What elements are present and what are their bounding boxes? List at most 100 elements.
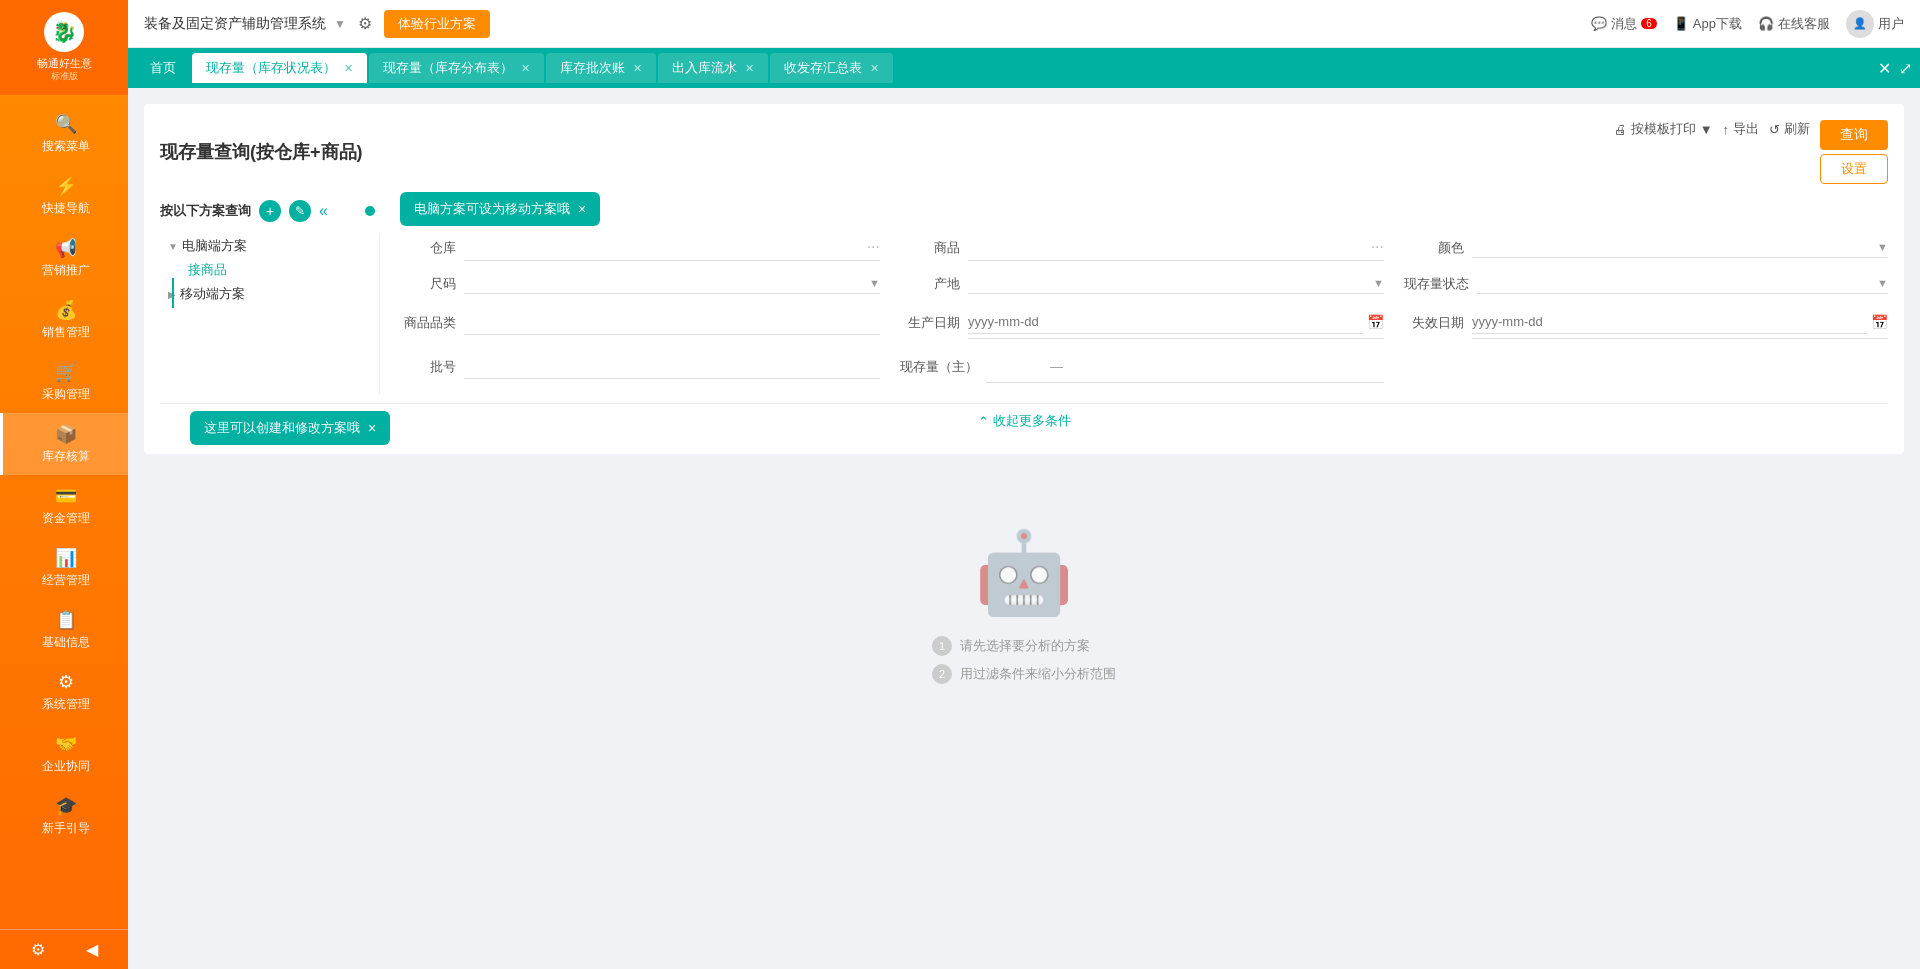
system-select-arrow[interactable]: ▼ bbox=[334, 17, 346, 31]
sidebar-item-operations[interactable]: 📊 经营管理 bbox=[0, 537, 128, 599]
step-1-text: 请先选择要分析的方案 bbox=[960, 637, 1090, 655]
tab-inventory-status[interactable]: 现存量（库存状况表） ✕ bbox=[192, 53, 367, 83]
tab-close-icon[interactable]: ✕ bbox=[344, 62, 353, 75]
support-icon: 🎧 bbox=[1758, 16, 1774, 31]
sidebar-item-guide[interactable]: 🎓 新手引导 bbox=[0, 785, 128, 847]
sidebar-item-purchase[interactable]: 🛒 采购管理 bbox=[0, 351, 128, 413]
support-item[interactable]: 🎧 在线客服 bbox=[1758, 15, 1830, 33]
sidebar-footer: ⚙ ◀ bbox=[0, 929, 128, 969]
tooltip2-close-btn[interactable]: × bbox=[368, 420, 376, 436]
sidebar-collapse-btn[interactable]: ◀ bbox=[86, 940, 98, 959]
tab-label: 出入库流水 bbox=[672, 59, 737, 77]
header-left: 装备及固定资产辅助管理系统 ▼ ⚙ 体验行业方案 bbox=[144, 10, 490, 38]
batch-no-input[interactable] bbox=[464, 355, 880, 379]
production-date-calendar-icon[interactable]: 📅 bbox=[1367, 314, 1384, 330]
inventory-qty-from[interactable] bbox=[986, 355, 1046, 378]
title-actions: 🖨 按模板打印 ▼ ↑ 导出 ↺ 刷新 bbox=[1614, 120, 1810, 138]
basic-info-icon: 📋 bbox=[55, 609, 77, 631]
tabs-maximize-btn[interactable]: ⤢ bbox=[1899, 59, 1912, 78]
production-date-input[interactable] bbox=[968, 310, 1363, 334]
tab-inventory-dist[interactable]: 现存量（库存分布表） ✕ bbox=[369, 53, 544, 83]
avatar: 👤 bbox=[1846, 10, 1874, 38]
set-button[interactable]: 设置 bbox=[1820, 154, 1888, 184]
filter-origin: 产地 ▼ bbox=[900, 273, 1384, 294]
tooltip1-close-btn[interactable]: × bbox=[578, 201, 586, 217]
scheme-item-label: 接商品 bbox=[188, 261, 227, 279]
tabs-close-all-btn[interactable]: ✕ bbox=[1878, 59, 1891, 78]
refresh-btn[interactable]: ↺ 刷新 bbox=[1769, 120, 1810, 138]
tab-collect-summary[interactable]: 收发存汇总表 ✕ bbox=[770, 53, 893, 83]
size-label: 尺码 bbox=[396, 275, 456, 293]
header-gear-btn[interactable]: ⚙ bbox=[358, 14, 372, 33]
empty-step-1: 1 请先选择要分析的方案 bbox=[932, 636, 1116, 656]
system-name: 装备及固定资产辅助管理系统 bbox=[144, 15, 326, 33]
sidebar: 🐉 畅通好生意 标准版 🔍 搜索菜单 ⚡ 快捷导航 📢 营销推广 💰 销售管理 … bbox=[0, 0, 128, 969]
dropdown-arrow-icon: ▼ bbox=[1700, 122, 1713, 137]
empty-step-2: 2 用过滤条件来缩小分析范围 bbox=[932, 664, 1116, 684]
sidebar-item-marketing[interactable]: 📢 营销推广 bbox=[0, 227, 128, 289]
warehouse-dots[interactable]: ··· bbox=[867, 238, 880, 256]
sidebar-item-system[interactable]: ⚙ 系统管理 bbox=[0, 661, 128, 723]
query-button[interactable]: 查询 bbox=[1820, 120, 1888, 150]
tab-close-icon[interactable]: ✕ bbox=[633, 62, 642, 75]
refresh-icon: ↺ bbox=[1769, 122, 1780, 137]
filter-add-btn[interactable]: + bbox=[259, 200, 281, 222]
tab-label: 库存批次账 bbox=[560, 59, 625, 77]
filter-edit-btn[interactable]: ✎ bbox=[289, 200, 311, 222]
app-download-item[interactable]: 📱 App下载 bbox=[1673, 15, 1742, 33]
goods-type-input[interactable] bbox=[464, 311, 880, 335]
filter-empty-col bbox=[1404, 351, 1888, 383]
app-icon: 📱 bbox=[1673, 16, 1689, 31]
export-btn[interactable]: ↑ 导出 bbox=[1723, 120, 1760, 138]
template-print-btn[interactable]: 🖨 按模板打印 ▼ bbox=[1614, 120, 1713, 138]
filter-warehouse: 仓库 ··· bbox=[396, 234, 880, 261]
origin-dropdown-icon[interactable]: ▼ bbox=[1373, 277, 1384, 289]
sidebar-nav: 🔍 搜索菜单 ⚡ 快捷导航 📢 营销推广 💰 销售管理 🛒 采购管理 📦 库存核… bbox=[0, 95, 128, 929]
scheme-desktop[interactable]: ▼ 电脑端方案 bbox=[160, 234, 371, 258]
trial-btn[interactable]: 体验行业方案 bbox=[384, 10, 490, 38]
scheme-mobile[interactable]: ▶ 移动端方案 bbox=[160, 282, 371, 306]
expiry-date-label: 失效日期 bbox=[1404, 314, 1464, 332]
system-icon: ⚙ bbox=[58, 671, 74, 693]
expiry-date-calendar-icon[interactable]: 📅 bbox=[1871, 314, 1888, 330]
color-dropdown-icon[interactable]: ▼ bbox=[1877, 241, 1888, 253]
sidebar-item-label: 营销推广 bbox=[42, 262, 90, 279]
scheme-tree: ▼ 电脑端方案 接商品 ▶ 移动端方案 bbox=[160, 234, 371, 306]
sidebar-item-basic-info[interactable]: 📋 基础信息 bbox=[0, 599, 128, 661]
goods-dots[interactable]: ··· bbox=[1371, 238, 1384, 256]
sidebar-item-quick-nav[interactable]: ⚡ 快捷导航 bbox=[0, 165, 128, 227]
origin-label: 产地 bbox=[900, 275, 960, 293]
main-content: 装备及固定资产辅助管理系统 ▼ ⚙ 体验行业方案 💬 消息 6 📱 App下载 … bbox=[128, 0, 1920, 969]
message-item[interactable]: 💬 消息 6 bbox=[1591, 15, 1657, 33]
inventory-qty-to[interactable] bbox=[1067, 355, 1127, 378]
tab-inout-flow[interactable]: 出入库流水 ✕ bbox=[658, 53, 768, 83]
sidebar-item-search[interactable]: 🔍 搜索菜单 bbox=[0, 103, 128, 165]
sidebar-item-label: 系统管理 bbox=[42, 696, 90, 713]
tab-batch-account[interactable]: 库存批次账 ✕ bbox=[546, 53, 656, 83]
sidebar-item-finance[interactable]: 💳 资金管理 bbox=[0, 475, 128, 537]
user-item[interactable]: 👤 用户 bbox=[1846, 10, 1904, 38]
tab-close-icon[interactable]: ✕ bbox=[745, 62, 754, 75]
tab-close-icon[interactable]: ✕ bbox=[521, 62, 530, 75]
guide-icon: 🎓 bbox=[55, 795, 77, 817]
scheme-item-goods[interactable]: 接商品 bbox=[180, 258, 371, 282]
sidebar-item-label: 销售管理 bbox=[42, 324, 90, 341]
size-dropdown-icon[interactable]: ▼ bbox=[869, 277, 880, 289]
sidebar-item-enterprise[interactable]: 🤝 企业协同 bbox=[0, 723, 128, 785]
tab-label: 现存量（库存状况表） bbox=[206, 59, 336, 77]
message-icon: 💬 bbox=[1591, 16, 1607, 31]
sidebar-item-label: 企业协同 bbox=[42, 758, 90, 775]
inventory-state-dropdown-icon[interactable]: ▼ bbox=[1877, 277, 1888, 289]
sidebar-settings-btn[interactable]: ⚙ bbox=[31, 940, 45, 959]
tab-close-icon[interactable]: ✕ bbox=[870, 62, 879, 75]
sidebar-item-inventory[interactable]: 📦 库存核算 bbox=[0, 413, 128, 475]
tabs-bar: 首页 现存量（库存状况表） ✕ 现存量（库存分布表） ✕ 库存批次账 ✕ 出入库… bbox=[128, 48, 1920, 88]
scheme-mobile-label: 移动端方案 bbox=[180, 285, 245, 303]
expiry-date-input[interactable] bbox=[1472, 310, 1867, 334]
inventory-state-label: 现存量状态 bbox=[1404, 275, 1469, 293]
sidebar-item-label: 资金管理 bbox=[42, 510, 90, 527]
collapse-bar[interactable]: ⌃ 收起更多条件 bbox=[160, 403, 1888, 438]
tab-home[interactable]: 首页 bbox=[136, 53, 190, 83]
sidebar-item-sales[interactable]: 💰 销售管理 bbox=[0, 289, 128, 351]
filter-back-btn[interactable]: « bbox=[319, 202, 328, 220]
